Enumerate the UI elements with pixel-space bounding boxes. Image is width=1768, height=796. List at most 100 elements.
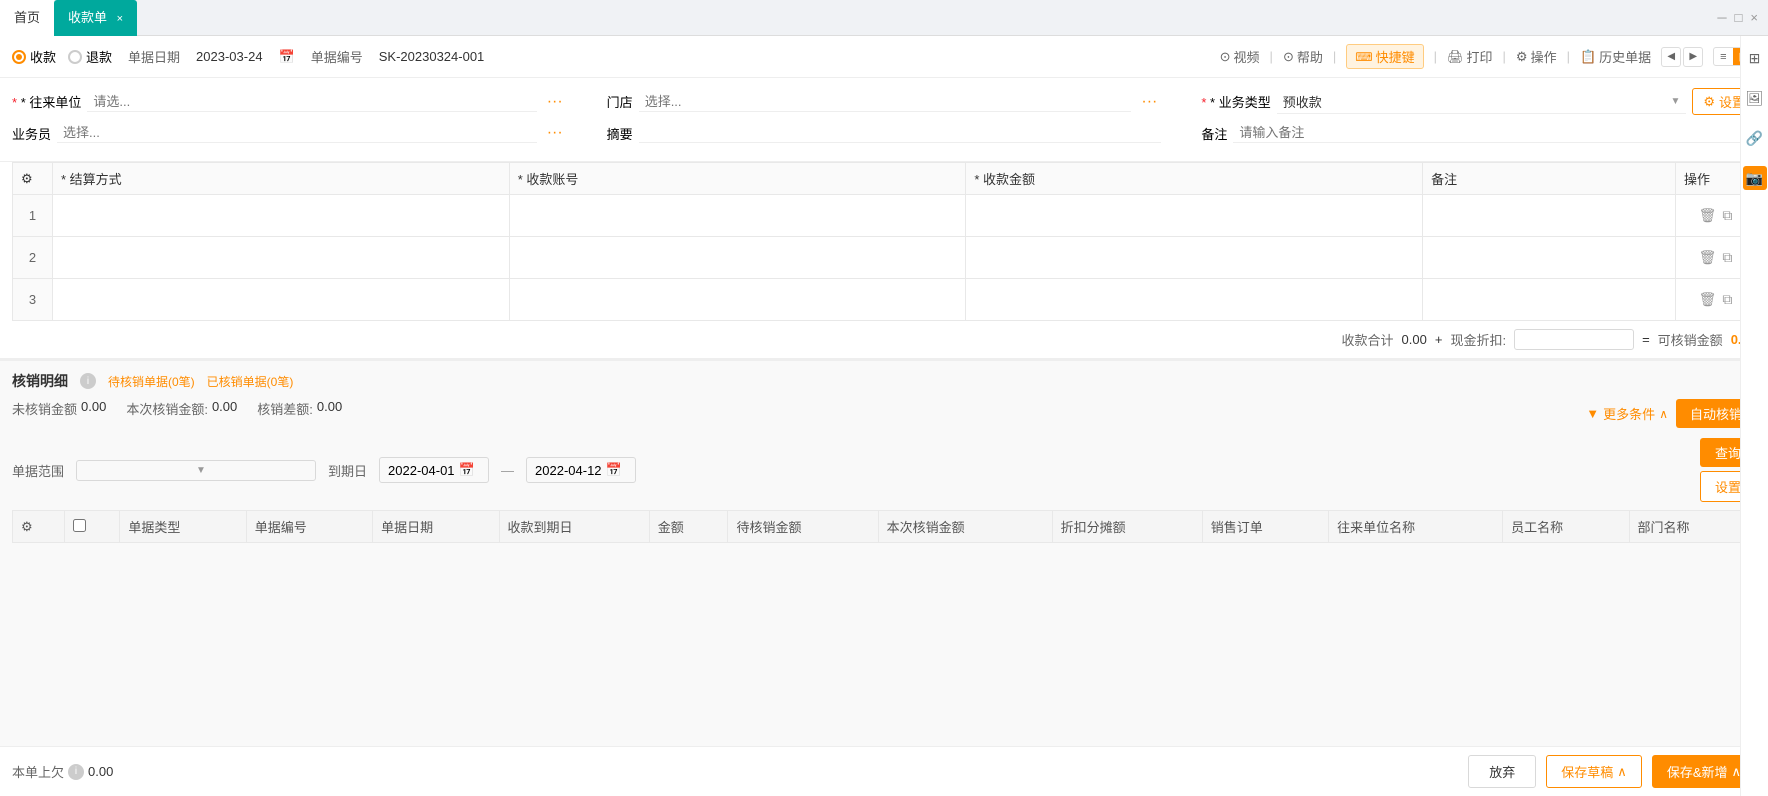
sidebar-image-icon[interactable]: 🖼 — [1743, 86, 1767, 110]
radio-circle-refund — [68, 50, 82, 64]
table-row: 1 🗑 ⧉ — [13, 195, 1756, 237]
sidebar-table-icon[interactable]: ⊞ — [1743, 46, 1767, 70]
radio-refund-label: 退款 — [86, 47, 112, 66]
detail-col-bill-no: 单据编号 — [246, 511, 372, 543]
history-btn[interactable]: 📋 历史单据 — [1580, 47, 1651, 66]
calendar-to-icon: 📅 — [606, 462, 622, 478]
date-from-input[interactable]: 2022-04-01 📅 — [379, 457, 489, 483]
staff-input[interactable] — [57, 123, 537, 143]
discount-label: 现金折扣: — [1450, 330, 1506, 349]
remark-label: 备注 — [1201, 124, 1227, 143]
table-area: ⚙ * 结算方式 * 收款账号 * 收款金额 备注 操作 1 — [0, 162, 1768, 321]
account-cell-2[interactable] — [509, 237, 966, 279]
business-type-select[interactable]: 预收款 ▼ — [1277, 90, 1687, 114]
print-btn[interactable]: 🖨 打印 — [1447, 47, 1493, 66]
due-label: 到期日 — [328, 461, 367, 480]
copy-icon-1[interactable]: ⧉ — [1722, 207, 1732, 224]
counterpart-input[interactable] — [87, 92, 536, 112]
calendar-icon[interactable]: 📅 — [279, 49, 295, 65]
more-filter-btn[interactable]: ▼ 更多条件 ∧ — [1586, 404, 1668, 423]
calendar-from-icon: 📅 — [459, 462, 475, 478]
delete-icon-2[interactable]: 🗑 — [1699, 249, 1717, 266]
amount-cell-3[interactable] — [966, 279, 1423, 321]
copy-icon-2[interactable]: ⧉ — [1722, 249, 1732, 266]
maximize-icon[interactable]: □ — [1735, 10, 1743, 25]
summary-input[interactable] — [639, 123, 1162, 143]
detail-col-dept: 部门名称 — [1629, 511, 1755, 543]
counterpart-label: * * 往来单位 — [12, 92, 81, 111]
remark-cell-1[interactable] — [1423, 195, 1676, 237]
col-remark-header: 备注 — [1423, 163, 1676, 195]
counterpart-more-btn[interactable]: ··· — [543, 93, 567, 111]
amount-cell-1[interactable] — [966, 195, 1423, 237]
available-label: 可核销金额 — [1658, 330, 1723, 349]
shortcut-btn[interactable]: ⌨ 快捷键 — [1346, 44, 1423, 69]
video-btn[interactable]: ⊙ 视频 — [1220, 47, 1260, 66]
help-btn[interactable]: ⊙ 帮助 — [1283, 47, 1323, 66]
range-label: 单据范围 — [12, 461, 64, 480]
radio-receipt[interactable]: 收款 — [12, 47, 56, 66]
right-sidebar: ⊞ 🖼 🔗 📷 — [1740, 36, 1768, 796]
sidebar-link-icon[interactable]: 🔗 — [1743, 126, 1767, 150]
account-cell-3[interactable] — [509, 279, 966, 321]
detail-col-order: 销售订单 — [1202, 511, 1328, 543]
counterpart-field: * * 往来单位 ··· — [12, 92, 567, 112]
tab-close-icon[interactable]: × — [117, 13, 123, 25]
done-tag[interactable]: 已核销单据(0笔) — [207, 373, 294, 390]
tab-home[interactable]: 首页 — [0, 0, 54, 36]
settlement-cell-2[interactable] — [53, 237, 510, 279]
amount-cell-2[interactable] — [966, 237, 1423, 279]
save-draft-btn[interactable]: 保存草稿 ∧ — [1546, 755, 1642, 788]
total-label: 收款合计 — [1342, 330, 1394, 349]
discount-input[interactable] — [1514, 329, 1634, 350]
detail-col-bill-date: 单据日期 — [373, 511, 499, 543]
detail-col-settings[interactable]: ⚙ — [13, 511, 65, 543]
account-cell-1[interactable] — [509, 195, 966, 237]
minimize-icon[interactable]: ─ — [1717, 10, 1726, 25]
copy-icon-3[interactable]: ⧉ — [1722, 291, 1732, 308]
remark-cell-2[interactable] — [1423, 237, 1676, 279]
pending-tag[interactable]: 待核销单据(0笔) — [108, 373, 195, 390]
hexiao-stats: 未核销金额 0.00 本次核销金额: 0.00 核销差额: 0.00 ▼ 更多条… — [12, 399, 1756, 428]
plus-sign: + — [1435, 332, 1443, 347]
discard-btn[interactable]: 放弃 — [1468, 755, 1536, 788]
detail-col-bill-type: 单据类型 — [120, 511, 246, 543]
save-draft-arrow-icon: ∧ — [1617, 764, 1627, 780]
select-all-checkbox[interactable] — [73, 519, 86, 532]
equals-sign: = — [1642, 332, 1650, 347]
settlement-cell-1[interactable] — [53, 195, 510, 237]
receipt-type-radio: 收款 退款 — [12, 47, 112, 66]
store-input[interactable] — [639, 92, 1132, 112]
store-more-btn[interactable]: ··· — [1137, 93, 1161, 111]
hexiao-info-icon[interactable]: i — [80, 373, 96, 389]
sidebar-camera-icon[interactable]: 📷 — [1743, 166, 1767, 190]
store-label: 门店 — [607, 92, 633, 111]
filter-icon: ▼ — [1586, 406, 1599, 421]
remark-cell-3[interactable] — [1423, 279, 1676, 321]
col-settings-header[interactable]: ⚙ — [13, 163, 53, 195]
staff-more-btn[interactable]: ··· — [543, 124, 567, 142]
settlement-cell-3[interactable] — [53, 279, 510, 321]
date-to-input[interactable]: 2022-04-12 📅 — [526, 457, 636, 483]
form-row-1: * * 往来单位 ··· 门店 ··· * * 业务类型 预收款 ▼ ⚙ 设置 — [12, 88, 1756, 115]
delete-icon-3[interactable]: 🗑 — [1699, 291, 1717, 308]
layout-list[interactable]: ≡ — [1714, 48, 1732, 65]
date-value[interactable]: 2023-03-24 — [196, 49, 263, 64]
tab-receipt[interactable]: 收款单 × — [54, 0, 137, 36]
detail-col-staff: 员工名称 — [1503, 511, 1629, 543]
next-arrow[interactable]: ▶ — [1683, 47, 1703, 67]
detail-col-check[interactable] — [65, 511, 120, 543]
close-icon[interactable]: × — [1750, 10, 1758, 25]
date-dash: — — [501, 463, 514, 478]
radio-refund[interactable]: 退款 — [68, 47, 112, 66]
store-field: 门店 ··· — [607, 92, 1162, 112]
detail-col-counterpart: 往来单位名称 — [1329, 511, 1503, 543]
operations-btn[interactable]: ⚙ 操作 — [1516, 47, 1557, 66]
remark-input[interactable] — [1233, 123, 1756, 143]
prev-arrow[interactable]: ◀ — [1661, 47, 1681, 67]
bottom-info-icon[interactable]: i — [68, 764, 84, 780]
business-type-field: * * 业务类型 预收款 ▼ ⚙ 设置 — [1201, 88, 1756, 115]
range-select[interactable]: ▼ — [76, 460, 316, 481]
delete-icon-1[interactable]: 🗑 — [1699, 207, 1717, 224]
window-controls: ─ □ × — [1717, 10, 1768, 25]
